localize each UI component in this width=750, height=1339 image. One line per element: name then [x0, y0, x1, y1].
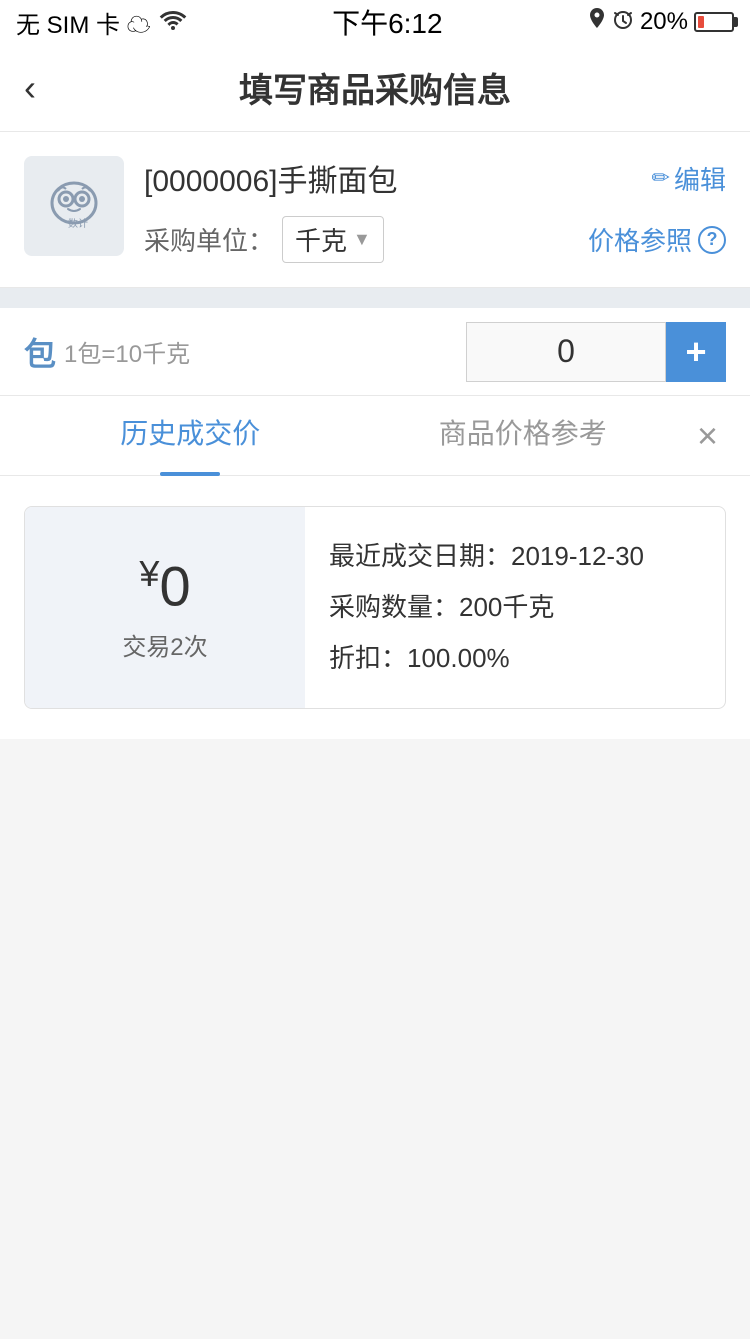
wifi-icon: [159, 8, 187, 37]
dropdown-arrow-icon: ▼: [353, 229, 371, 250]
discount-value: 100.00%: [407, 643, 510, 673]
price-amount: 0: [159, 555, 190, 618]
quantity-label: 包 1包=10千克: [24, 329, 190, 375]
history-price-display: ¥0: [139, 553, 190, 619]
sim-status: 无 SIM 卡 ☁: [16, 5, 151, 40]
purchase-qty-value: 200千克: [459, 592, 554, 622]
unit-value: 千克: [295, 221, 347, 258]
purchase-qty-row: 采购数量：200千克: [329, 588, 701, 627]
product-header: [0000006]手撕面包 ✏ 编辑: [144, 156, 726, 200]
tab-product-price-ref[interactable]: 商品价格参考: [356, 412, 688, 460]
main-content-area: [0, 739, 750, 1339]
tab-history-label: 历史成交价: [120, 418, 260, 449]
discount-label: 折扣：: [329, 643, 407, 673]
transaction-count: 交易2次: [122, 627, 207, 662]
section-divider: [0, 288, 750, 308]
product-card: 数计 [0000006]手撕面包 ✏ 编辑 采购单位： 千克 ▼ 价格参照 ?: [0, 132, 750, 288]
edit-icon: ✏: [652, 165, 670, 191]
recent-date-label: 最近成交日期：: [329, 541, 511, 571]
currency-symbol: ¥: [139, 553, 159, 594]
battery-percent: 20%: [640, 8, 688, 36]
page-title: 填写商品采购信息: [239, 63, 511, 112]
info-icon: ?: [698, 226, 726, 254]
tabs-container: 历史成交价 商品价格参考 ×: [0, 396, 750, 476]
edit-label: 编辑: [674, 160, 726, 197]
product-name: [0000006]手撕面包: [144, 156, 397, 200]
package-icon: 包: [24, 329, 56, 375]
svg-text:数计: 数计: [68, 217, 88, 230]
purchase-qty-label: 采购数量：: [329, 592, 459, 622]
product-info: [0000006]手撕面包 ✏ 编辑 采购单位： 千克 ▼ 价格参照 ?: [144, 156, 726, 263]
price-reference-button[interactable]: 价格参照 ?: [588, 221, 726, 258]
tab-history-price[interactable]: 历史成交价: [24, 412, 356, 460]
battery-icon: [694, 12, 734, 32]
quantity-input[interactable]: 0: [466, 322, 666, 382]
back-button[interactable]: ‹: [24, 67, 36, 109]
history-details-panel: 最近成交日期：2019-12-30 采购数量：200千克 折扣：100.00%: [305, 507, 725, 708]
history-card: ¥0 交易2次 最近成交日期：2019-12-30 采购数量：200千克 折扣：…: [24, 506, 726, 709]
price-ref-label: 价格参照: [588, 221, 692, 258]
quantity-row: 包 1包=10千克 0 +: [0, 308, 750, 396]
status-bar: 无 SIM 卡 ☁ 下午6:12 20%: [0, 0, 750, 44]
close-tab-button[interactable]: ×: [689, 407, 726, 465]
alarm-icon: [612, 8, 634, 37]
history-price-panel: ¥0 交易2次: [25, 507, 305, 708]
discount-row: 折扣：100.00%: [329, 639, 701, 678]
edit-button[interactable]: ✏ 编辑: [652, 160, 726, 197]
location-icon: [588, 8, 606, 37]
recent-date-row: 最近成交日期：2019-12-30: [329, 537, 701, 576]
recent-date-value: 2019-12-30: [511, 541, 644, 571]
unit-select-dropdown[interactable]: 千克 ▼: [282, 216, 384, 263]
nav-bar: ‹ 填写商品采购信息: [0, 44, 750, 132]
unit-label: 采购单位：: [144, 221, 274, 258]
status-time: 下午6:12: [332, 2, 443, 42]
status-right: 20%: [588, 8, 734, 37]
tab-price-ref-label: 商品价格参考: [439, 418, 607, 449]
product-unit-row: 采购单位： 千克 ▼ 价格参照 ?: [144, 216, 726, 263]
quantity-plus-button[interactable]: +: [666, 322, 726, 382]
history-content: ¥0 交易2次 最近成交日期：2019-12-30 采购数量：200千克 折扣：…: [0, 476, 750, 739]
quantity-controls: 0 +: [466, 322, 726, 382]
status-left: 无 SIM 卡 ☁: [16, 5, 187, 40]
product-thumbnail-icon: 数计: [44, 171, 104, 241]
unit-conversion-label: 1包=10千克: [64, 334, 190, 369]
product-image: 数计: [24, 156, 124, 256]
